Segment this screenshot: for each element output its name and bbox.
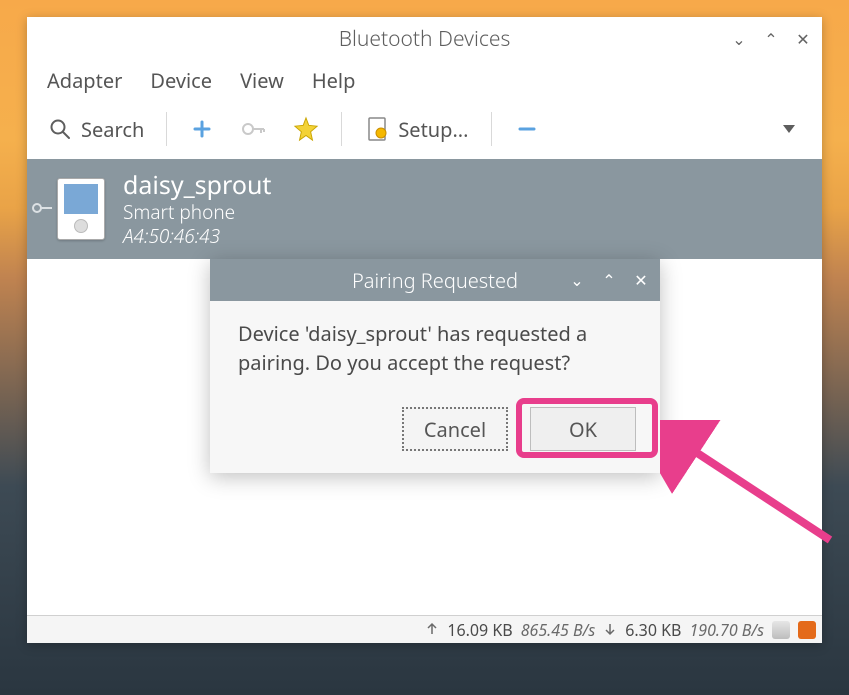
phone-icon xyxy=(57,178,105,240)
menu-help[interactable]: Help xyxy=(298,61,370,100)
statusbar: 16.09 KB 865.45 B/s 6.30 KB 190.70 B/s xyxy=(27,615,822,643)
device-name: daisy_sprout xyxy=(123,170,271,201)
tray-icon-1[interactable] xyxy=(772,621,790,639)
toolbar-separator xyxy=(491,112,492,146)
cancel-button[interactable]: Cancel xyxy=(402,407,508,451)
upload-total: 16.09 KB xyxy=(447,619,512,641)
pair-indicator-icon xyxy=(32,198,54,220)
device-type: Smart phone xyxy=(123,201,271,225)
remove-button[interactable] xyxy=(504,108,550,150)
window-controls: ⌄ ⌃ ✕ xyxy=(728,17,814,61)
minimize-button[interactable]: ⌄ xyxy=(728,28,750,50)
trust-button[interactable] xyxy=(283,108,329,150)
download-total: 6.30 KB xyxy=(625,619,681,641)
menu-adapter[interactable]: Adapter xyxy=(33,61,136,100)
close-button[interactable]: ✕ xyxy=(792,28,814,50)
toolbar-separator xyxy=(341,112,342,146)
ok-button[interactable]: OK xyxy=(530,407,636,451)
dialog-button-row: Cancel OK xyxy=(210,407,660,473)
star-icon xyxy=(293,116,319,142)
search-label: Search xyxy=(81,116,144,143)
plus-icon xyxy=(189,116,215,142)
toolbar-separator xyxy=(166,112,167,146)
upload-icon xyxy=(425,619,439,641)
pairing-dialog: Pairing Requested ⌄ ⌃ ✕ Device 'daisy_sp… xyxy=(210,259,660,473)
menu-device[interactable]: Device xyxy=(136,61,226,100)
upload-rate: 865.45 B/s xyxy=(521,619,596,641)
maximize-button[interactable]: ⌃ xyxy=(760,28,782,50)
minus-icon xyxy=(514,116,540,142)
window-title: Bluetooth Devices xyxy=(339,25,511,53)
key-button[interactable] xyxy=(231,108,277,150)
chevron-down-icon xyxy=(776,116,802,142)
add-button[interactable] xyxy=(179,108,225,150)
dialog-titlebar: Pairing Requested ⌄ ⌃ ✕ xyxy=(210,259,660,301)
dialog-title: Pairing Requested xyxy=(352,267,518,294)
search-button[interactable]: Search xyxy=(37,108,154,150)
device-mac: A4:50:46:43 xyxy=(123,225,271,249)
device-info: daisy_sprout Smart phone A4:50:46:43 xyxy=(123,170,271,249)
search-icon xyxy=(47,116,73,142)
key-icon xyxy=(241,116,267,142)
dialog-maximize-button[interactable]: ⌃ xyxy=(598,269,620,291)
setup-label: Setup... xyxy=(398,116,468,143)
device-list-item[interactable]: daisy_sprout Smart phone A4:50:46:43 xyxy=(27,159,822,259)
menu-view[interactable]: View xyxy=(226,61,298,100)
dialog-minimize-button[interactable]: ⌄ xyxy=(566,269,588,291)
download-rate: 190.70 B/s xyxy=(689,619,764,641)
setup-icon xyxy=(364,116,390,142)
setup-button[interactable]: Setup... xyxy=(354,108,478,150)
dialog-window-controls: ⌄ ⌃ ✕ xyxy=(566,259,652,301)
dialog-message: Device 'daisy_sprout' has requested a pa… xyxy=(210,301,660,407)
dialog-close-button[interactable]: ✕ xyxy=(630,269,652,291)
menubar: Adapter Device View Help xyxy=(27,61,822,99)
download-icon xyxy=(603,619,617,641)
toolbar: Search Setup... xyxy=(27,99,822,159)
toolbar-menu-button[interactable] xyxy=(766,108,812,150)
tray-icon-2[interactable] xyxy=(798,621,816,639)
titlebar: Bluetooth Devices ⌄ ⌃ ✕ xyxy=(27,17,822,61)
